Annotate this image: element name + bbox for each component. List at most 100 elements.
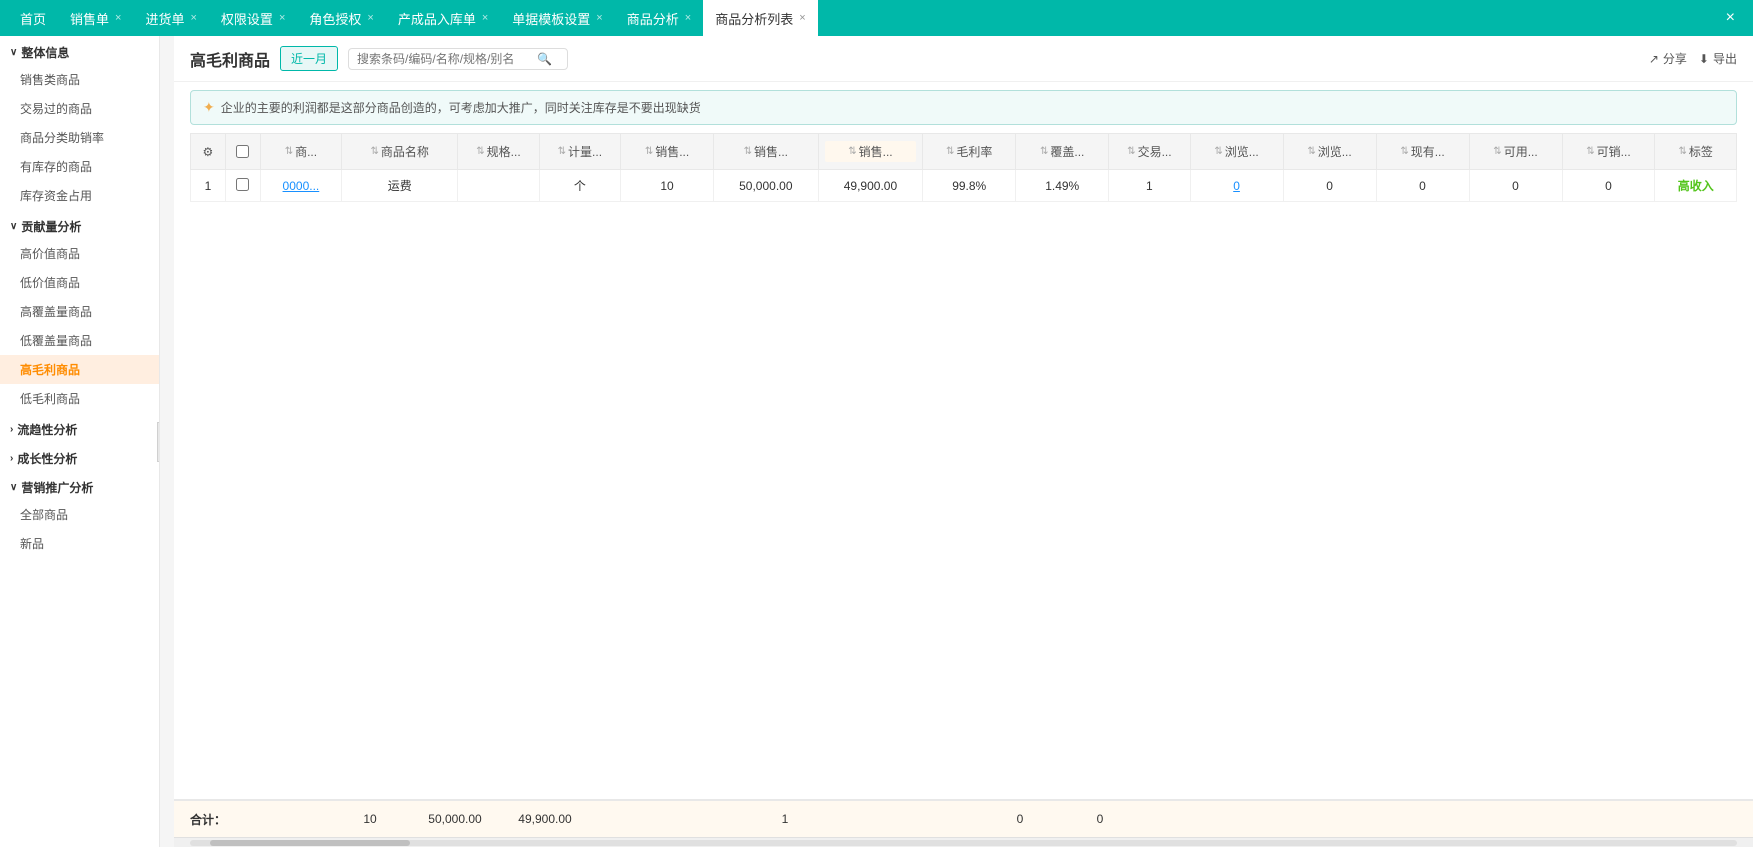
cell-spec [458,170,539,202]
sidebar-item-low-value[interactable]: 低价值商品 [0,268,159,297]
sort-sales-cost-icon[interactable]: ⇅ [848,146,856,157]
filter-recent-month-button[interactable]: 近一月 [280,46,338,71]
col-current-stock[interactable]: ⇅ 现有... [1376,134,1469,170]
sort-code-icon[interactable]: ⇅ [285,146,293,157]
sort-current-stock-icon[interactable]: ⇅ [1400,146,1408,157]
col-sales-cost[interactable]: ⇅ 销售... [818,134,923,170]
sidebar-item-stock-capital[interactable]: 库存资金占用 [0,181,159,210]
nav-purchase[interactable]: 进货单 × [133,0,208,36]
col-available-stock[interactable]: ⇅ 可用... [1469,134,1562,170]
sort-spec-icon[interactable]: ⇅ [476,146,484,157]
cell-gross-margin: 99.8% [923,170,1016,202]
export-button[interactable]: ⬇ 导出 [1699,50,1737,67]
total-blank1 [590,812,670,826]
sort-tag-icon[interactable]: ⇅ [1679,146,1687,157]
scrollbar-thumb[interactable] [210,840,410,846]
col-spec[interactable]: ⇅ 规格... [458,134,539,170]
sidebar-item-low-margin[interactable]: 低毛利商品 [0,384,159,413]
sort-sales-qty-icon[interactable]: ⇅ [645,146,653,157]
close-product-analysis-list-tab[interactable]: × [799,12,805,24]
sidebar-group-growth[interactable]: › 成长性分析 [0,442,159,471]
sidebar-item-all-products[interactable]: 全部商品 [0,500,159,529]
col-gross-margin[interactable]: ⇅ 毛利率 [923,134,1016,170]
col-tag[interactable]: ⇅ 标签 [1655,134,1737,170]
col-saleable-stock[interactable]: ⇅ 可销... [1562,134,1655,170]
col-settings[interactable]: ⚙ [191,134,226,170]
sort-available-stock-icon[interactable]: ⇅ [1493,146,1501,157]
col-unit[interactable]: ⇅ 计量... [539,134,620,170]
sort-sales-amount-icon[interactable]: ⇅ [744,146,752,157]
sidebar-item-category-rate[interactable]: 商品分类助销率 [0,123,159,152]
search-icon[interactable]: 🔍 [537,52,552,66]
info-banner: ✦ 企业的主要的利润都是这部分商品创造的，可考虑加大推广，同时关注库存是不要出现… [190,90,1737,125]
total-sales-amount: 50,000.00 [410,812,500,826]
nav-sales[interactable]: 销售单 × [58,0,133,36]
nav-role[interactable]: 角色授权 × [297,0,385,36]
sidebar-group-contribution[interactable]: ∨ 贡献量分析 [0,210,159,239]
close-product-inbound-tab[interactable]: × [482,12,488,24]
cell-transaction: 1 [1109,170,1190,202]
sort-coverage-icon[interactable]: ⇅ [1040,146,1048,157]
close-purchase-tab[interactable]: × [190,12,196,24]
sidebar-item-stocked-products[interactable]: 有库存的商品 [0,152,159,181]
col-coverage[interactable]: ⇅ 覆盖... [1016,134,1109,170]
cell-code[interactable]: 0000... [260,170,341,202]
sidebar-item-high-margin[interactable]: 高毛利商品 [0,355,159,384]
search-input[interactable] [357,52,537,66]
close-role-tab[interactable]: × [367,12,373,24]
nav-home[interactable]: 首页 [8,0,58,36]
nav-product-inbound[interactable]: 产成品入库单 × [386,0,500,36]
window-close-icon[interactable]: × [1716,9,1745,27]
nav-product-analysis[interactable]: 商品分析 × [615,0,703,36]
col-browse1[interactable]: ⇅ 浏览... [1190,134,1283,170]
nav-permission[interactable]: 权限设置 × [209,0,297,36]
cell-name: 运费 [342,170,458,202]
col-checkbox[interactable] [225,134,260,170]
cell-sales-qty: 10 [621,170,714,202]
sort-name-icon[interactable]: ⇅ [370,146,378,157]
horizontal-scrollbar[interactable] [174,837,1753,847]
cell-browse1[interactable]: 0 [1190,170,1283,202]
col-name[interactable]: ⇅ 商品名称 [342,134,458,170]
sidebar-collapse-button[interactable]: « [157,422,160,462]
close-product-analysis-tab[interactable]: × [685,12,691,24]
select-all-checkbox[interactable] [236,145,249,158]
col-transaction[interactable]: ⇅ 交易... [1109,134,1190,170]
sidebar-item-low-coverage[interactable]: 低覆盖量商品 [0,326,159,355]
cell-checkbox[interactable] [225,170,260,202]
sidebar-item-high-value[interactable]: 高价值商品 [0,239,159,268]
sidebar-group-trend[interactable]: › 流趋性分析 [0,413,159,442]
total-sales-qty: 10 [330,812,410,826]
share-button[interactable]: ↗ 分享 [1649,50,1687,67]
sidebar-item-traded-products[interactable]: 交易过的商品 [0,94,159,123]
sidebar-item-high-coverage[interactable]: 高覆盖量商品 [0,297,159,326]
sort-unit-icon[interactable]: ⇅ [558,146,566,157]
sort-browse1-icon[interactable]: ⇅ [1214,146,1222,157]
col-sales-qty[interactable]: ⇅ 销售... [621,134,714,170]
col-browse2[interactable]: ⇅ 浏览... [1283,134,1376,170]
close-permission-tab[interactable]: × [279,12,285,24]
col-sales-amount[interactable]: ⇅ 销售... [714,134,819,170]
sidebar-group-marketing[interactable]: ∨ 营销推广分析 [0,471,159,500]
col-code[interactable]: ⇅ 商... [260,134,341,170]
total-blank3 [820,812,900,826]
sidebar-item-sales-products[interactable]: 销售类商品 [0,65,159,94]
arrow-down-icon-2: ∨ [10,221,17,232]
sidebar-item-new-products[interactable]: 新品 [0,529,159,558]
total-current-stock: 0 [980,812,1060,826]
sort-browse2-icon[interactable]: ⇅ [1307,146,1315,157]
close-sales-tab[interactable]: × [115,12,121,24]
close-template-tab[interactable]: × [596,12,602,24]
search-box[interactable]: 🔍 [348,48,568,70]
sort-gross-margin-icon[interactable]: ⇅ [946,146,954,157]
total-label: 合计： [190,811,330,828]
header-actions: ↗ 分享 ⬇ 导出 [1649,50,1737,67]
sort-saleable-stock-icon[interactable]: ⇅ [1586,146,1594,157]
content-area: 高毛利商品 近一月 🔍 ↗ 分享 ⬇ 导出 ✦ 企业的主要的利润都是这部分商品创… [174,36,1753,847]
nav-template[interactable]: 单据模板设置 × [500,0,614,36]
total-blank4 [900,812,980,826]
nav-product-analysis-list[interactable]: 商品分析列表 × [703,0,817,36]
row-checkbox[interactable] [236,178,249,191]
sort-transaction-icon[interactable]: ⇅ [1127,146,1135,157]
sidebar-group-overall[interactable]: ∨ 整体信息 [0,36,159,65]
